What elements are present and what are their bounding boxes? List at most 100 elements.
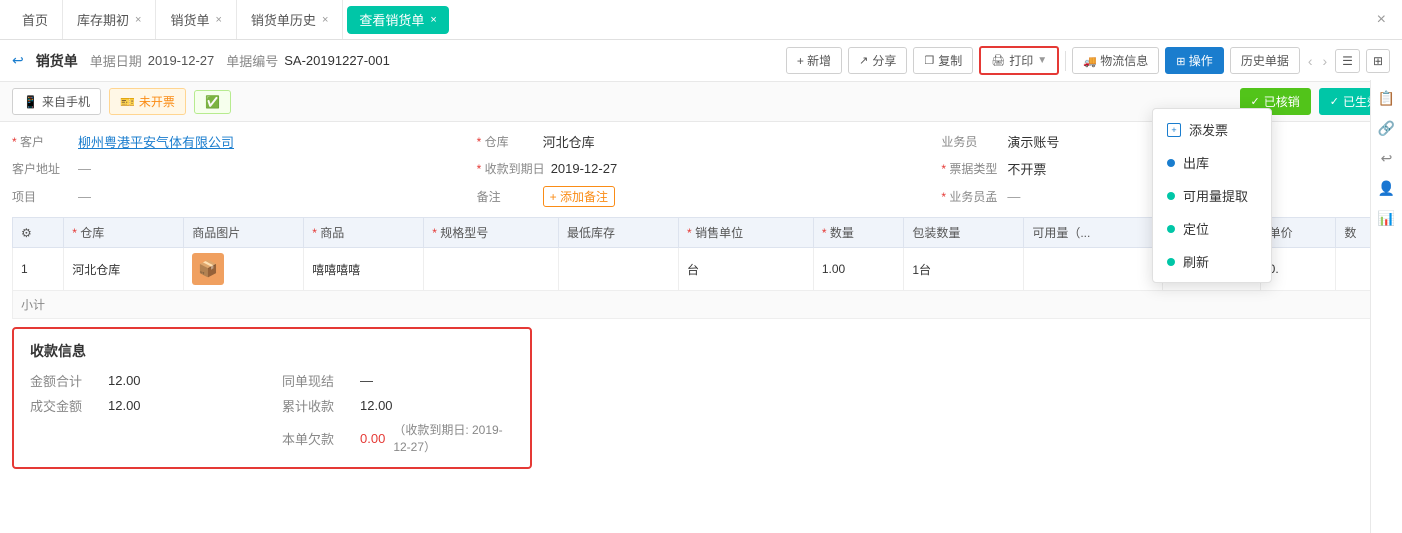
staff-label: 业务员: [941, 133, 1001, 150]
warehouse-value: 河北仓库: [543, 132, 595, 151]
row-index: 1: [13, 248, 64, 291]
dropdown-refresh[interactable]: 刷新: [1153, 245, 1271, 278]
copy-button[interactable]: ❐ 复制: [913, 47, 973, 74]
row-available: [1024, 248, 1162, 291]
summary-collected: 累计收款 12.00: [282, 396, 514, 415]
collected-label: 累计收款: [282, 396, 352, 415]
summary-total-label: 金额合计: [30, 371, 100, 390]
nav-next[interactable]: ›: [1321, 53, 1330, 69]
customer-field: 客户 柳州粤港平安气体有限公司: [12, 132, 461, 151]
col-product: 商品: [304, 218, 424, 248]
payment-date-field: 收款到期日 2019-12-27: [477, 159, 926, 178]
remark-field: 备注 + 添加备注: [477, 186, 926, 207]
owed-value: 0.00: [360, 431, 385, 446]
summary-total: 金额合计 12.00: [30, 371, 262, 390]
window-close-btn[interactable]: ×: [1369, 11, 1394, 29]
ticket-icon: 🎫: [120, 95, 135, 109]
subtotal-label: 小计: [13, 291, 1390, 319]
tab-sales-history[interactable]: 销货单历史 ×: [237, 0, 343, 39]
sales-value: —: [1007, 189, 1020, 204]
project-label: 项目: [12, 188, 72, 205]
summary-owed-row: 本单欠款 0.00 （收款到期日: 2019-12-27）: [282, 421, 514, 455]
row-unit: 台: [679, 248, 814, 291]
ticket-label: 票据类型: [941, 160, 1001, 177]
tab-home[interactable]: 首页: [8, 0, 63, 39]
remark-label: 备注: [477, 188, 537, 205]
collected-value: 12.00: [360, 398, 393, 413]
row-qty: 1.00: [813, 248, 904, 291]
tab-sales-close[interactable]: ×: [215, 14, 221, 26]
confirm-icon: ✅: [205, 95, 220, 109]
form-type-icon: ↩: [12, 52, 24, 69]
summary-title: 收款信息: [30, 341, 514, 361]
history-button[interactable]: 历史单据: [1230, 47, 1300, 74]
refresh-icon: [1167, 258, 1175, 266]
add-remark-btn[interactable]: + 添加备注: [543, 186, 615, 207]
col-min-stock: 最低库存: [559, 218, 679, 248]
sidebar-icon-doc[interactable]: 📋: [1373, 84, 1401, 112]
col-settings[interactable]: ⚙: [13, 218, 64, 248]
summary-owed: [30, 421, 262, 455]
row-spec: [424, 248, 559, 291]
payment-date-label: 收款到期日: [477, 160, 545, 177]
tab-sales-history-close[interactable]: ×: [322, 14, 328, 26]
tab-view-sales-close[interactable]: ×: [430, 14, 436, 26]
outbound-icon: [1167, 159, 1175, 167]
toolbar-divider: [1065, 51, 1066, 71]
row-pkg-qty: 1台: [904, 248, 1024, 291]
same-settle-label: 同单现结: [282, 371, 352, 390]
col-pkg-qty: 包装数量: [904, 218, 1024, 248]
sales-label: 业务员孟: [941, 188, 1001, 205]
dropdown-outbound[interactable]: 出库: [1153, 146, 1271, 179]
print-button[interactable]: 🖨 打印 ▼: [979, 46, 1059, 75]
add-invoice-icon: +: [1167, 123, 1181, 137]
form-header: ↩ 销货单 单据日期 2019-12-27 单据编号 SA-20191227-0…: [0, 40, 1402, 82]
new-button[interactable]: + 新增: [786, 47, 842, 74]
ticket-status-btn[interactable]: 🎫 未开票: [109, 88, 186, 115]
dropdown-locate[interactable]: 定位: [1153, 212, 1271, 245]
ticket-value: 不开票: [1007, 159, 1046, 178]
logistics-button[interactable]: 🚚 物流信息: [1072, 47, 1159, 74]
sidebar-icon-undo[interactable]: ↩: [1373, 144, 1401, 172]
from-phone-btn[interactable]: 📱 来自手机: [12, 88, 101, 115]
view-toggle-list[interactable]: ☰: [1335, 49, 1360, 73]
warehouse-field: 仓库 河北仓库: [477, 132, 926, 151]
no-label: 单据编号: [226, 51, 278, 70]
subtotal-row: 小计: [13, 291, 1390, 319]
staff-value: 演示账号: [1007, 132, 1059, 151]
toolbar: + 新增 ↗ 分享 ❐ 复制 🖨 打印 ▼ 🚚 物流信息 ⊞ 操作: [786, 46, 1390, 75]
view-toggle-grid[interactable]: ⊞: [1366, 49, 1390, 73]
row-image: 📦: [184, 248, 304, 291]
summary-same-settle: 同单现结 —: [282, 371, 514, 390]
dropdown-add-invoice[interactable]: + 添发票: [1153, 113, 1271, 146]
date-value: 2019-12-27: [148, 53, 215, 68]
form-type-label: 销货单: [36, 51, 78, 71]
tab-view-sales[interactable]: 查看销货单 ×: [347, 6, 448, 34]
phone-icon: 📱: [23, 95, 38, 109]
col-warehouse: 仓库: [64, 218, 184, 248]
main-content: ↩ 销货单 单据日期 2019-12-27 单据编号 SA-20191227-0…: [0, 40, 1402, 533]
ops-button[interactable]: ⊞ 操作: [1165, 47, 1224, 74]
customer-value[interactable]: 柳州粤港平安气体有限公司: [78, 132, 234, 151]
deal-value: 12.00: [108, 398, 141, 413]
sidebar-icon-link[interactable]: 🔗: [1373, 114, 1401, 142]
sidebar-icon-user[interactable]: 👤: [1373, 174, 1401, 202]
dropdown-available-qty[interactable]: 可用量提取: [1153, 179, 1271, 212]
nav-prev[interactable]: ‹: [1306, 53, 1315, 69]
project-field: 项目 —: [12, 186, 461, 207]
tab-inventory-close[interactable]: ×: [135, 14, 141, 26]
row-product: 嘻嘻嘻嘻: [304, 248, 424, 291]
no-value: SA-20191227-001: [284, 53, 390, 68]
tab-bar: 首页 库存期初 × 销货单 × 销货单历史 × 查看销货单 × ×: [0, 0, 1402, 40]
deal-label: 成交金额: [30, 396, 100, 415]
row-warehouse: 河北仓库: [64, 248, 184, 291]
tab-sales[interactable]: 销货单 ×: [156, 0, 236, 39]
confirm-btn[interactable]: ✅: [194, 90, 231, 114]
tab-inventory[interactable]: 库存期初 ×: [63, 0, 156, 39]
summary-total-value: 12.00: [108, 373, 141, 388]
col-unit: 销售单位: [679, 218, 814, 248]
address-value: —: [78, 161, 91, 176]
share-button[interactable]: ↗ 分享: [848, 47, 907, 74]
sidebar-icon-chart[interactable]: 📊: [1373, 204, 1401, 232]
row-min-stock: [559, 248, 679, 291]
